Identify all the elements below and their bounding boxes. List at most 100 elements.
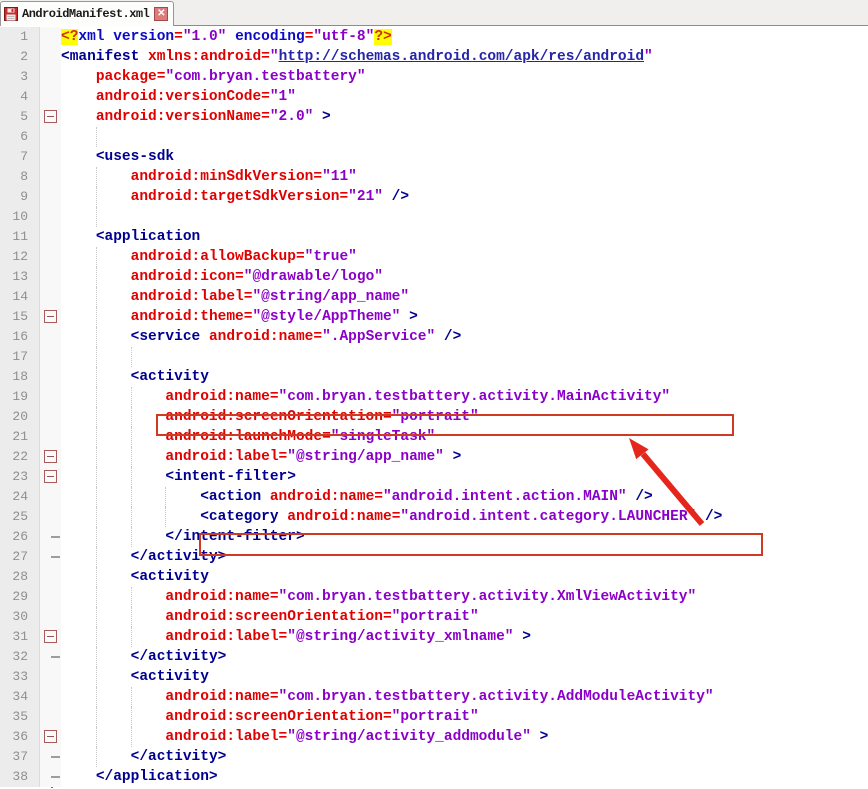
code-text[interactable]: android:versionName="2.0" > (61, 107, 868, 127)
token-v: "com.bryan.testbattery.activity.MainActi… (278, 389, 671, 405)
token-p (61, 69, 96, 85)
code-text[interactable]: android:name="com.bryan.testbattery.acti… (61, 587, 868, 607)
code-text[interactable]: <activity (61, 567, 868, 587)
code-line[interactable]: 5 android:versionName="2.0" > (0, 107, 868, 127)
code-text[interactable]: </application> (61, 767, 868, 787)
code-text[interactable] (61, 347, 868, 367)
editor-pane[interactable]: 1 <?xml version="1.0" encoding="utf-8"?> 2… (0, 26, 868, 789)
code-text[interactable]: <uses-sdk (61, 147, 868, 167)
code-text[interactable]: <application (61, 227, 868, 247)
code-line[interactable]: 19 android:name="com.bryan.testbattery.a… (0, 387, 868, 407)
code-line[interactable]: 34 android:name="com.bryan.testbattery.a… (0, 687, 868, 707)
code-text[interactable]: android:screenOrientation="portrait" (61, 607, 868, 627)
fold-margin-cell (40, 767, 61, 787)
code-text[interactable]: <activity (61, 367, 868, 387)
code-text[interactable]: android:name="com.bryan.testbattery.acti… (61, 387, 868, 407)
token-p (61, 589, 165, 605)
code-line[interactable]: 29 android:name="com.bryan.testbattery.a… (0, 587, 868, 607)
code-text[interactable]: <activity (61, 667, 868, 687)
code-text[interactable]: android:allowBackup="true" (61, 247, 868, 267)
code-text[interactable] (61, 207, 868, 227)
indent-guide (130, 707, 132, 727)
token-v: "11" (322, 169, 357, 185)
fold-collapse-icon[interactable] (44, 470, 57, 483)
fold-collapse-icon[interactable] (44, 110, 57, 123)
code-text[interactable]: <category android:name="android.intent.c… (61, 507, 868, 527)
line-number: 17 (0, 347, 40, 367)
tab-androidmanifest[interactable]: AndroidManifest.xml ✕ (0, 1, 175, 26)
code-text[interactable]: <manifest xmlns:android="http://schemas.… (61, 47, 868, 67)
code-line[interactable]: 25 <category android:name="android.inten… (0, 507, 868, 527)
code-line[interactable]: 24 <action android:name="android.intent.… (0, 487, 868, 507)
code-line[interactable]: 31 android:label="@string/activity_xmlna… (0, 627, 868, 647)
code-text[interactable]: <?xml version="1.0" encoding="utf-8"?> (61, 27, 868, 47)
code-text[interactable]: android:label="@string/activity_addmodul… (61, 727, 868, 747)
token-p (61, 769, 96, 785)
fold-collapse-icon[interactable] (44, 450, 57, 463)
code-line[interactable]: 17 (0, 347, 868, 367)
code-line[interactable]: 30 android:screenOrientation="portrait" (0, 607, 868, 627)
code-text[interactable]: android:versionCode="1" (61, 87, 868, 107)
line-number: 13 (0, 267, 40, 287)
fold-collapse-icon[interactable] (44, 630, 57, 643)
line-number: 24 (0, 487, 40, 507)
code-line[interactable]: 2 <manifest xmlns:android="http://schemas… (0, 47, 868, 67)
code-text[interactable]: android:icon="@drawable/logo" (61, 267, 868, 287)
code-line[interactable]: 8 android:minSdkVersion="11" (0, 167, 868, 187)
code-line[interactable]: 4 android:versionCode="1" (0, 87, 868, 107)
indent-guide (95, 587, 97, 607)
annotation-arrow-icon (629, 438, 705, 526)
line-number: 4 (0, 87, 40, 107)
code-text[interactable]: android:screenOrientation="portrait" (61, 707, 868, 727)
fold-collapse-icon[interactable] (44, 310, 57, 323)
code-line[interactable]: 9 android:targetSdkVersion="21" /> (0, 187, 868, 207)
code-text[interactable]: package="com.bryan.testbattery" (61, 67, 868, 87)
code-text[interactable] (61, 127, 868, 147)
code-line[interactable]: 22 android:label="@string/app_name" > (0, 447, 868, 467)
code-text[interactable]: android:label="@string/app_name" > (61, 447, 868, 467)
fold-margin-cell (40, 427, 61, 447)
token-p (61, 689, 165, 705)
code-line[interactable]: 10 (0, 207, 868, 227)
code-line[interactable]: 13 android:icon="@drawable/logo" (0, 267, 868, 287)
code-line[interactable]: 38 </application> (0, 767, 868, 787)
fold-collapse-icon[interactable] (44, 730, 57, 743)
token-p (61, 409, 165, 425)
code-text[interactable]: android:label="@string/activity_xmlname"… (61, 627, 868, 647)
code-line[interactable]: 35 android:screenOrientation="portrait" (0, 707, 868, 727)
code-line[interactable]: 16 <service android:name=".AppService" /… (0, 327, 868, 347)
code-line[interactable]: 1 <?xml version="1.0" encoding="utf-8"?> (0, 27, 868, 47)
code-line[interactable]: 18 <activity (0, 367, 868, 387)
indent-guide (95, 287, 97, 307)
code-text[interactable]: android:name="com.bryan.testbattery.acti… (61, 687, 868, 707)
code-text[interactable]: android:label="@string/app_name" (61, 287, 868, 307)
code-line[interactable]: 11 <application (0, 227, 868, 247)
code-line[interactable]: 6 (0, 127, 868, 147)
code-line[interactable]: 32 </activity> (0, 647, 868, 667)
code-text[interactable]: android:minSdkVersion="11" (61, 167, 868, 187)
code-line[interactable]: 14 android:label="@string/app_name" (0, 287, 868, 307)
indent-guide (95, 667, 97, 687)
code-text[interactable]: </activity> (61, 747, 868, 767)
code-text[interactable]: android:targetSdkVersion="21" /> (61, 187, 868, 207)
line-number: 20 (0, 407, 40, 427)
token-t: > (313, 109, 331, 125)
code-text[interactable]: <service android:name=".AppService" /> (61, 327, 868, 347)
tab-close-icon[interactable]: ✕ (154, 7, 169, 21)
code-text[interactable]: android:theme="@style/AppTheme" > (61, 307, 868, 327)
code-text[interactable]: </activity> (61, 647, 868, 667)
code-line[interactable]: 7 <uses-sdk (0, 147, 868, 167)
code-line[interactable]: 36 android:label="@string/activity_addmo… (0, 727, 868, 747)
code-text[interactable]: <action android:name="android.intent.act… (61, 487, 868, 507)
token-v: "android.intent.action.MAIN" (382, 489, 627, 505)
code-line[interactable]: 12 android:allowBackup="true" (0, 247, 868, 267)
fold-end-tick (51, 556, 60, 558)
code-text[interactable]: <intent-filter> (61, 467, 868, 487)
code-line[interactable]: 33 <activity (0, 667, 868, 687)
code-line[interactable]: 28 <activity (0, 567, 868, 587)
token-p (61, 469, 165, 485)
code-line[interactable]: 23 <intent-filter> (0, 467, 868, 487)
code-line[interactable]: 15 android:theme="@style/AppTheme" > (0, 307, 868, 327)
code-line[interactable]: 37 </activity> (0, 747, 868, 767)
code-line[interactable]: 3 package="com.bryan.testbattery" (0, 67, 868, 87)
